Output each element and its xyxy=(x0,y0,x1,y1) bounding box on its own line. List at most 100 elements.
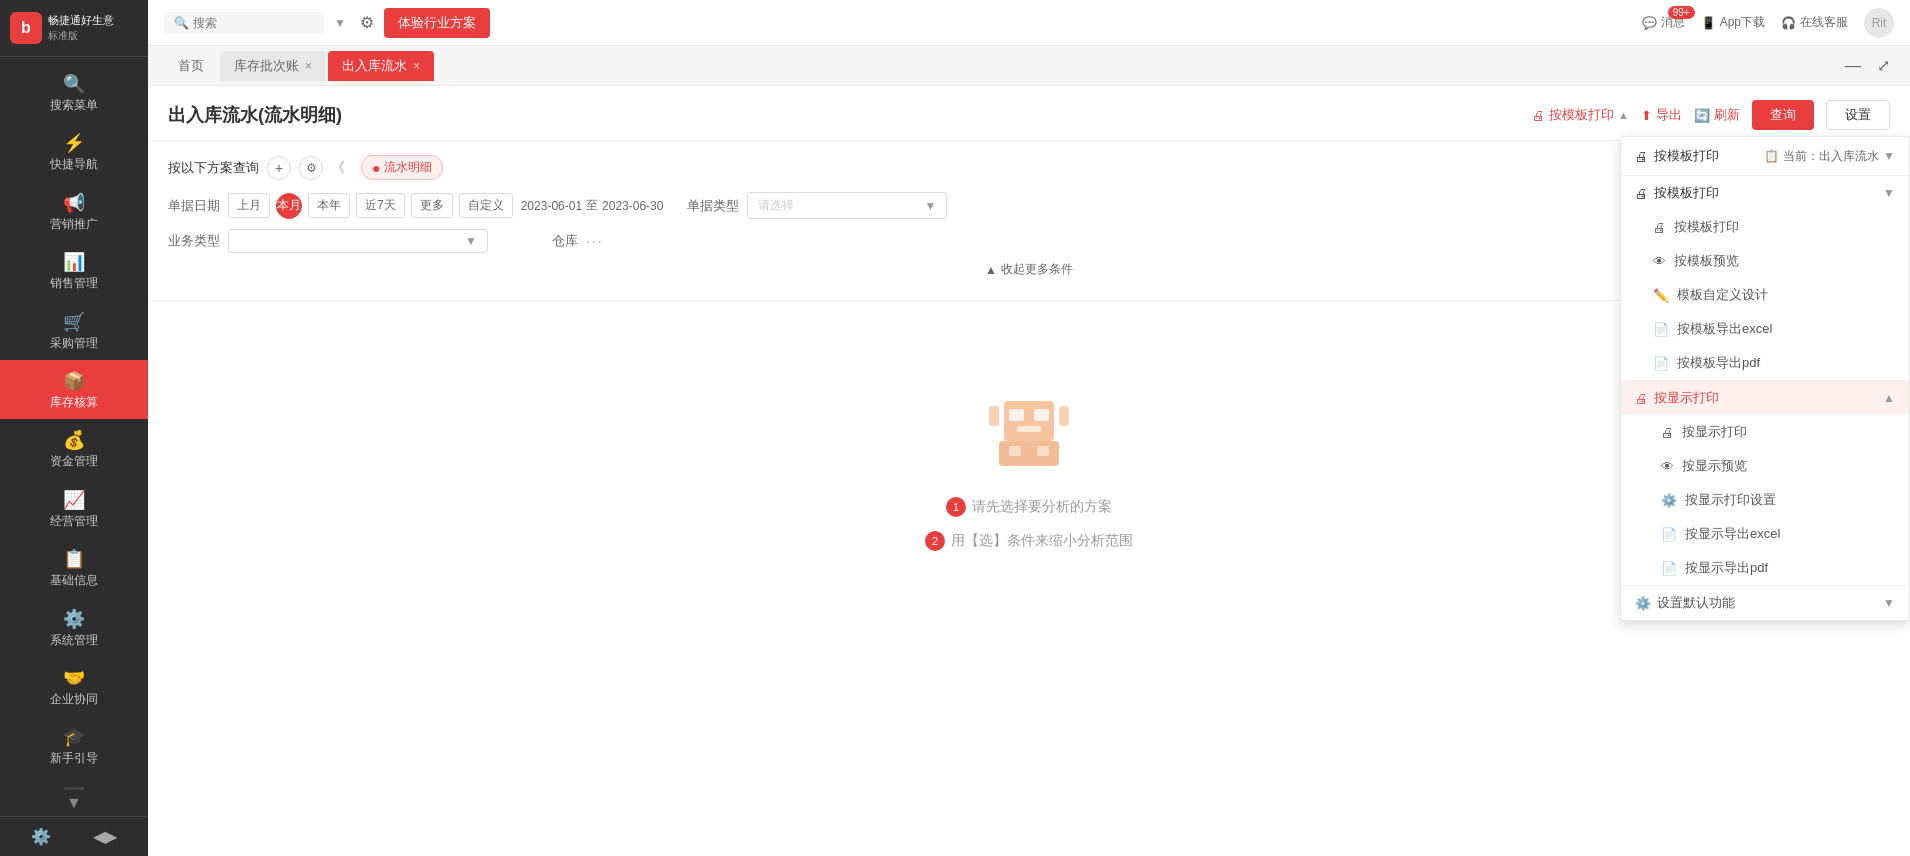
filter-config-button[interactable]: ⚙ xyxy=(299,156,323,180)
topbar-search[interactable]: 🔍 xyxy=(164,12,324,34)
empty-icon xyxy=(979,381,1079,481)
dropdown-title: 🖨 按模板打印 xyxy=(1635,147,1719,165)
display-preview-icon: 👁 xyxy=(1661,459,1674,474)
sidebar-scroll-down[interactable]: ▼ xyxy=(0,790,148,816)
display-print-header[interactable]: 🖨 按显示打印 ▲ xyxy=(1621,381,1909,415)
filter-add-button[interactable]: + xyxy=(267,156,291,180)
settings-button[interactable]: 设置 xyxy=(1826,100,1890,130)
dropdown-header: 🖨 按模板打印 📋 当前：出入库流水 ▼ xyxy=(1621,137,1909,176)
svg-rect-3 xyxy=(1017,426,1041,432)
export-button[interactable]: ⬆ 导出 xyxy=(1641,106,1682,124)
template-pdf-icon: 📄 xyxy=(1653,356,1669,371)
display-print-item[interactable]: 🖨 按显示打印 xyxy=(1621,415,1909,449)
display-export-pdf-item[interactable]: 📄 按显示导出pdf xyxy=(1621,551,1909,585)
empty-text-1: 1 请先选择要分析的方案 xyxy=(946,497,1112,517)
marketing-icon: 📢 xyxy=(63,192,85,214)
sidebar-item-basic[interactable]: 📋基础信息 xyxy=(0,538,148,597)
query-button[interactable]: 查询 xyxy=(1752,100,1814,130)
template-export-pdf-item[interactable]: 📄 按模板导出pdf xyxy=(1621,346,1909,380)
display-print-title: 🖨 按显示打印 xyxy=(1635,389,1719,407)
template-print-header[interactable]: 🖨 按模板打印 ▼ xyxy=(1621,176,1909,210)
app-name: 畅捷通好生意 标准版 xyxy=(48,13,114,42)
collapse-icon[interactable]: ◀▶ xyxy=(93,827,117,846)
tab-minimize-button[interactable]: — xyxy=(1841,53,1865,79)
template-preview-icon: 👁 xyxy=(1653,254,1666,269)
topbar-gear-icon[interactable]: ⚙ xyxy=(360,13,374,32)
template-preview-item[interactable]: 👁 按模板预览 xyxy=(1621,244,1909,278)
sidebar-item-sales[interactable]: 📊销售管理 xyxy=(0,241,148,300)
refresh-icon: 🔄 xyxy=(1694,108,1710,123)
doc-type-select[interactable]: 请选择 ▼ xyxy=(747,192,947,219)
settings-icon[interactable]: ⚙️ xyxy=(31,827,51,846)
date-btn-more[interactable]: 更多 xyxy=(411,193,453,218)
topbar-dropdown[interactable]: ▼ xyxy=(334,16,346,30)
tab-flow[interactable]: 出入库流水 × xyxy=(328,51,434,81)
date-btn-7days[interactable]: 近7天 xyxy=(356,193,405,218)
date-btn-last-month[interactable]: 上月 xyxy=(228,193,270,218)
sidebar-item-marketing[interactable]: 📢营销推广 xyxy=(0,182,148,241)
search-input[interactable] xyxy=(193,16,313,30)
date-btn-custom[interactable]: 自定义 xyxy=(459,193,513,218)
sidebar-nav: 🔍搜索菜单⚡快捷导航📢营销推广📊销售管理🛒采购管理📦库存核算💰资金管理📈经营管理… xyxy=(0,57,148,790)
sidebar-item-newbie[interactable]: 🎓新手引导 xyxy=(0,716,148,775)
filter-collapse-button[interactable]: 《 xyxy=(331,159,345,177)
sidebar-item-quicknav[interactable]: ⚡快捷导航 xyxy=(0,122,148,181)
template-export-excel-item[interactable]: 📄 按模板导出excel xyxy=(1621,312,1909,346)
collapse-more-button[interactable]: ▲ 收起更多条件 xyxy=(985,261,1073,278)
app-logo: b 畅捷通好生意 标准版 xyxy=(0,0,148,57)
corp-icon: 🤝 xyxy=(63,667,85,689)
biz-type-select[interactable]: ▼ xyxy=(228,229,488,253)
sidebar-item-operation[interactable]: 📈经营管理 xyxy=(0,479,148,538)
sidebar-item-system[interactable]: ⚙️系统管理 xyxy=(0,598,148,657)
purchase-icon: 🛒 xyxy=(63,311,85,333)
dropdown-current: 📋 当前：出入库流水 ▼ xyxy=(1764,148,1895,165)
message-button[interactable]: 💬 消息 99+ xyxy=(1642,14,1685,31)
app-download-button[interactable]: 📱 App下载 xyxy=(1701,14,1765,31)
svg-rect-5 xyxy=(1009,446,1021,456)
sidebar-item-inventory[interactable]: 📦库存核算 xyxy=(0,360,148,419)
sidebar: b 畅捷通好生意 标准版 🔍搜索菜单⚡快捷导航📢营销推广📊销售管理🛒采购管理📦库… xyxy=(0,0,148,856)
date-btn-this-year[interactable]: 本年 xyxy=(308,193,350,218)
search-icon: 🔍 xyxy=(63,73,85,95)
date-group: 上月 本月 本年 近7天 更多 自定义 xyxy=(228,193,513,219)
biz-type-label: 业务类型 xyxy=(168,232,220,250)
sidebar-item-finance[interactable]: 💰资金管理 xyxy=(0,419,148,478)
display-preview-item[interactable]: 👁 按显示预览 xyxy=(1621,449,1909,483)
tab-batch[interactable]: 库存批次账 × xyxy=(220,51,326,81)
date-field: 单据日期 上月 本月 本年 近7天 更多 自定义 2023-06-01 至 xyxy=(168,193,663,219)
sidebar-item-corp[interactable]: 🤝企业协同 xyxy=(0,657,148,716)
date-btn-this-month[interactable]: 本月 xyxy=(276,193,302,219)
template-design-item[interactable]: ✏️ 模板自定义设计 xyxy=(1621,278,1909,312)
warehouse-more-icon[interactable]: ··· xyxy=(586,233,604,249)
biz-type-field: 业务类型 ▼ xyxy=(168,229,488,253)
inventory-icon: 📦 xyxy=(63,370,85,392)
template-print-item[interactable]: 🖨 按模板打印 xyxy=(1621,210,1909,244)
svg-rect-1 xyxy=(1009,409,1024,421)
display-pdf-icon: 📄 xyxy=(1661,561,1677,576)
tab-batch-close[interactable]: × xyxy=(305,59,312,73)
message-badge: 99+ xyxy=(1668,6,1695,19)
tab-maximize-button[interactable]: ⤢ xyxy=(1873,52,1894,79)
sidebar-bottom: ⚙️ ◀▶ xyxy=(0,816,148,856)
display-print-item-icon: 🖨 xyxy=(1661,425,1674,440)
display-export-excel-item[interactable]: 📄 按显示导出excel xyxy=(1621,517,1909,551)
newbie-icon: 🎓 xyxy=(63,726,85,748)
basic-icon: 📋 xyxy=(63,548,85,570)
sidebar-item-purchase[interactable]: 🛒采购管理 xyxy=(0,301,148,360)
template-print-item-icon: 🖨 xyxy=(1653,220,1666,235)
tab-home[interactable]: 首页 xyxy=(164,51,218,81)
solution-button[interactable]: 体验行业方案 xyxy=(384,8,490,38)
refresh-button[interactable]: 🔄 刷新 xyxy=(1694,106,1740,124)
online-service-button[interactable]: 🎧 在线客服 xyxy=(1781,14,1848,31)
system-icon: ⚙️ xyxy=(63,608,85,630)
sidebar-item-search[interactable]: 🔍搜索菜单 xyxy=(0,63,148,122)
display-print-settings-item[interactable]: ⚙️ 按显示打印设置 xyxy=(1621,483,1909,517)
sidebar-item-appcenter[interactable]: 🔲应用中心 xyxy=(0,776,148,790)
user-avatar[interactable]: Rit xyxy=(1864,8,1894,38)
biz-type-arrow: ▼ xyxy=(465,234,477,248)
print-button[interactable]: 🖨 按模板打印 ▲ xyxy=(1532,106,1629,124)
warehouse-field: 仓库 ··· xyxy=(552,232,604,250)
set-default-function[interactable]: ⚙️ 设置默认功能 ▼ xyxy=(1621,586,1909,620)
tab-flow-close[interactable]: × xyxy=(413,59,420,73)
svg-rect-8 xyxy=(1059,406,1069,426)
